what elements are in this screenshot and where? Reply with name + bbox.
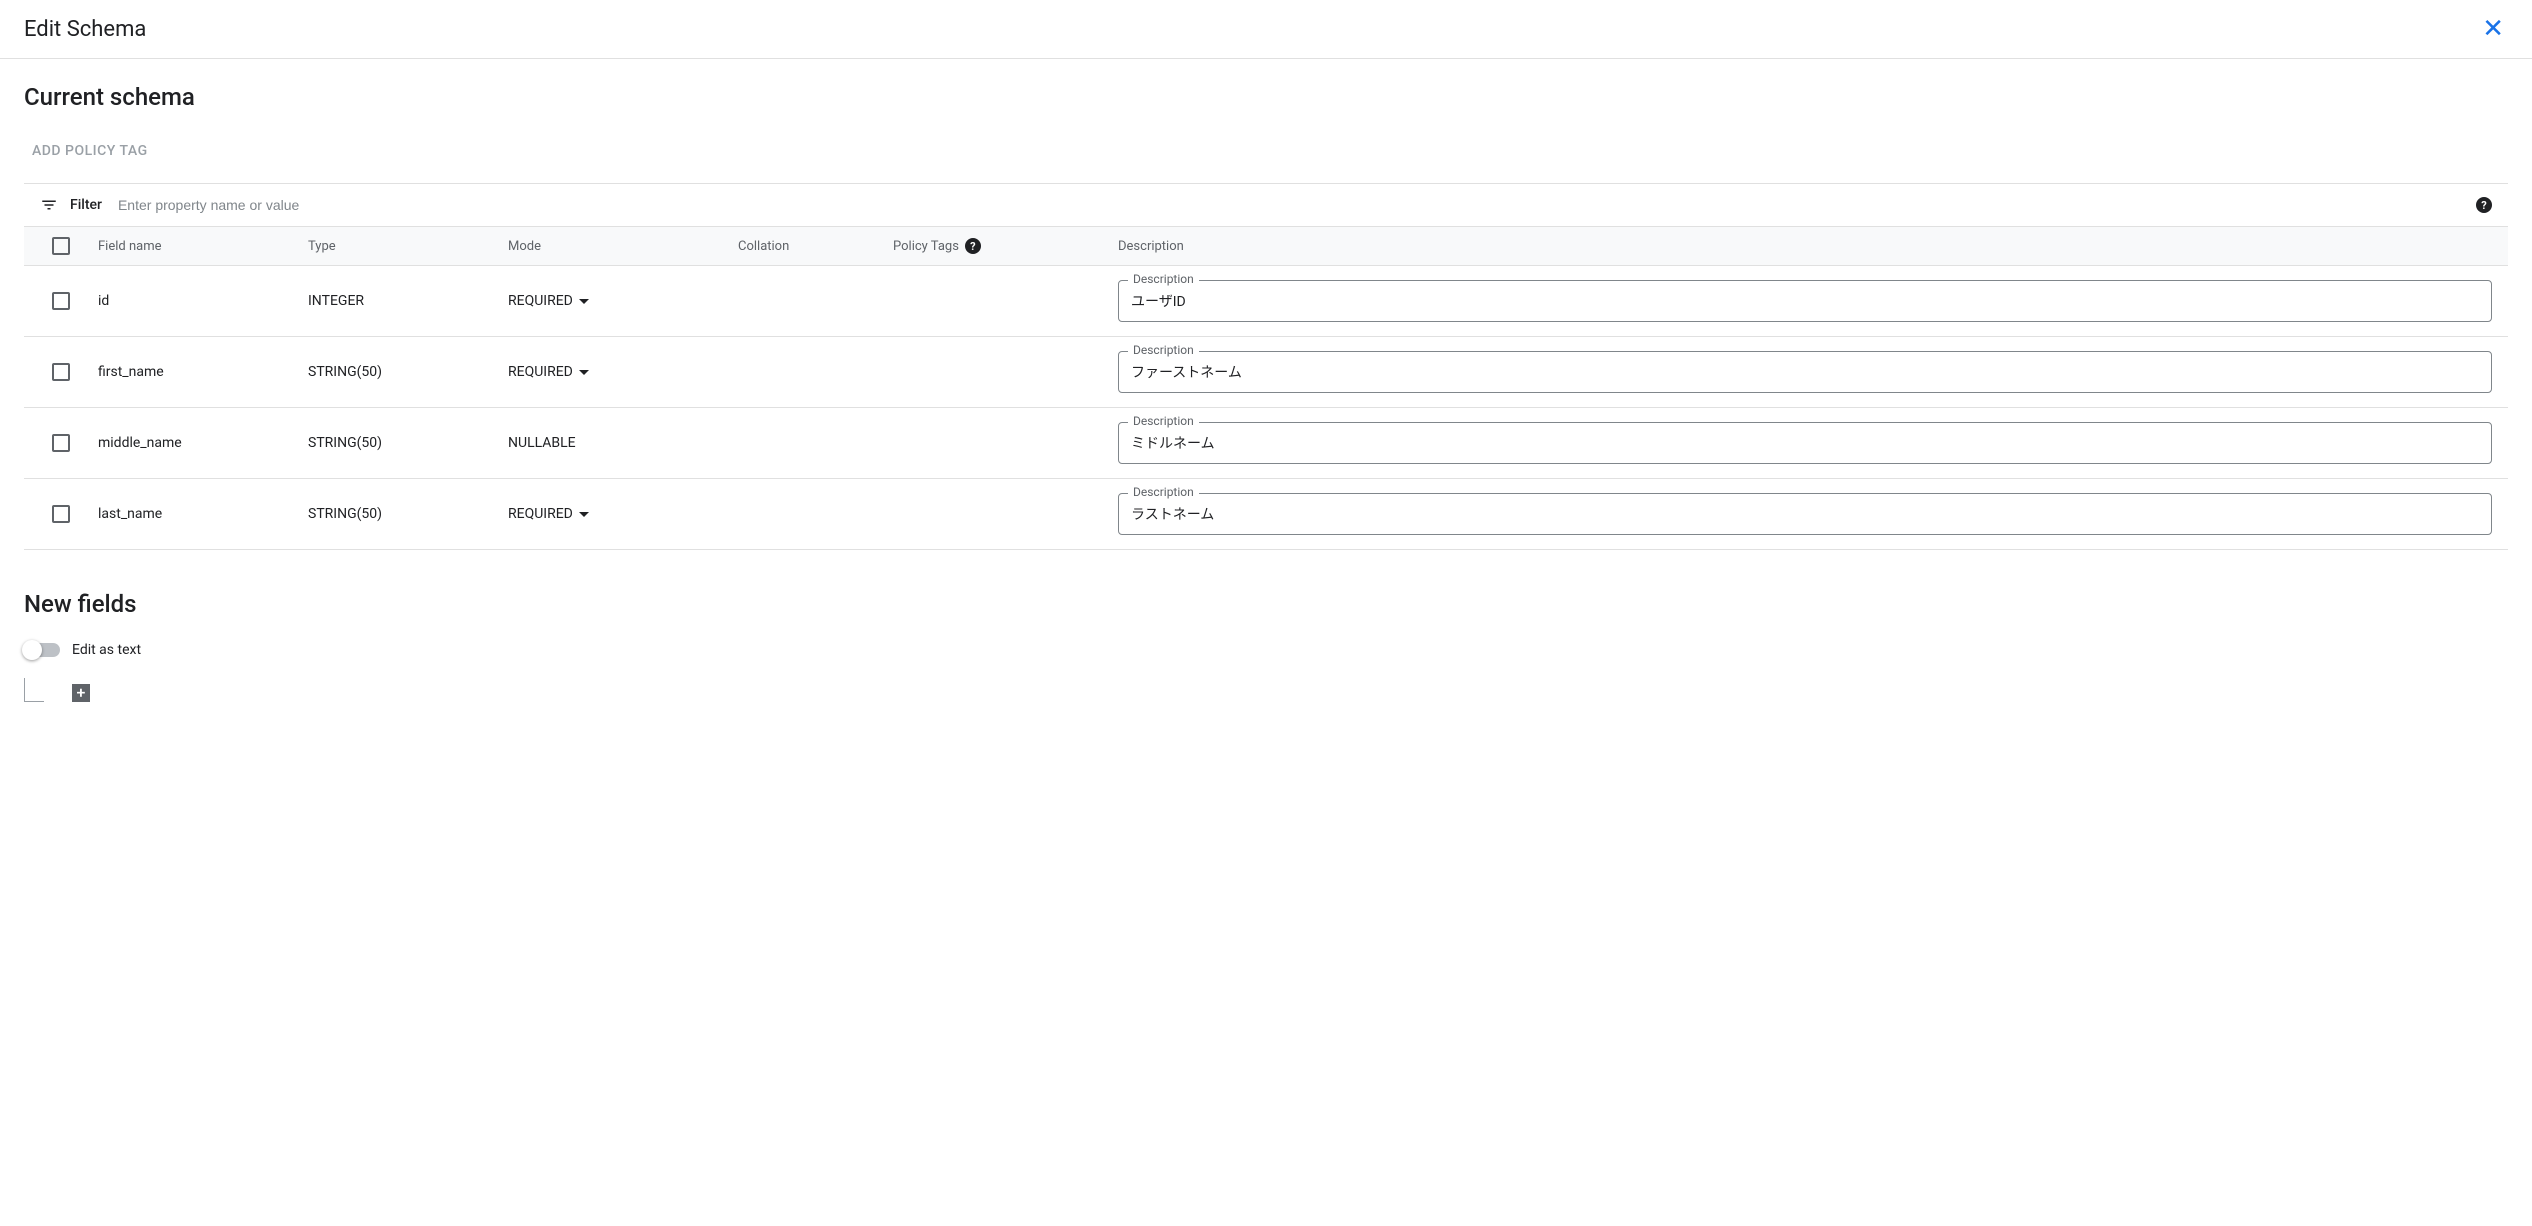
description-field-wrap: Description [1118, 351, 2492, 393]
mode-select[interactable]: REQUIRED [508, 506, 589, 522]
help-icon[interactable]: ? [965, 238, 981, 254]
row-checkbox[interactable] [52, 363, 70, 381]
table-row: id INTEGER REQUIRED Description [24, 266, 2508, 337]
row-checkbox[interactable] [52, 505, 70, 523]
header-collation: Collation [738, 239, 893, 254]
chevron-down-icon [579, 370, 589, 375]
mode-value: REQUIRED [508, 364, 573, 380]
field-type: STRING(50) [308, 506, 508, 522]
field-name: last_name [98, 506, 308, 522]
row-checkbox[interactable] [52, 434, 70, 452]
header-mode: Mode [508, 239, 738, 254]
filter-input[interactable] [118, 197, 2492, 213]
mode-select[interactable]: REQUIRED [508, 293, 589, 309]
dialog-title: Edit Schema [24, 17, 146, 42]
table-row: first_name STRING(50) REQUIRED Descripti… [24, 337, 2508, 408]
tree-bracket [24, 678, 44, 702]
filter-label: Filter [70, 197, 102, 213]
dialog-content: Current schema ADD POLICY TAG Filter ? F… [0, 59, 2532, 726]
add-field-row: + [24, 678, 2508, 702]
description-field-wrap: Description [1118, 493, 2492, 535]
description-input[interactable] [1118, 493, 2492, 535]
add-policy-tag-button[interactable]: ADD POLICY TAG [24, 135, 2508, 183]
description-field-wrap: Description [1118, 280, 2492, 322]
mode-value: NULLABLE [508, 435, 576, 451]
header-policy-tags: Policy Tags ? [893, 238, 1118, 254]
toggle-knob [22, 640, 42, 660]
field-name: id [98, 293, 308, 309]
description-input[interactable] [1118, 280, 2492, 322]
table-row: last_name STRING(50) REQUIRED Descriptio… [24, 479, 2508, 550]
mode-value: REQUIRED [508, 506, 573, 522]
header-type: Type [308, 239, 508, 254]
field-type: INTEGER [308, 293, 508, 309]
close-icon[interactable]: ✕ [2478, 12, 2508, 46]
field-type: STRING(50) [308, 364, 508, 380]
new-fields-section: New fields Edit as text + [24, 590, 2508, 702]
table-header: Field name Type Mode Collation Policy Ta… [24, 226, 2508, 266]
description-field-wrap: Description [1118, 422, 2492, 464]
header-description: Description [1118, 239, 2508, 254]
mode-value: REQUIRED [508, 293, 573, 309]
select-all-checkbox[interactable] [52, 237, 70, 255]
chevron-down-icon [579, 299, 589, 304]
description-input[interactable] [1118, 351, 2492, 393]
table-row: middle_name STRING(50) NULLABLE Descript… [24, 408, 2508, 479]
edit-as-text-row: Edit as text [24, 642, 2508, 658]
header-field-name: Field name [98, 239, 308, 254]
field-name: middle_name [98, 435, 308, 451]
field-name: first_name [98, 364, 308, 380]
row-checkbox[interactable] [52, 292, 70, 310]
new-fields-title: New fields [24, 590, 2508, 618]
header-policy-tags-label: Policy Tags [893, 239, 959, 254]
filter-icon [40, 196, 58, 214]
description-legend: Description [1128, 485, 1199, 499]
description-input[interactable] [1118, 422, 2492, 464]
filter-bar: Filter ? [24, 183, 2508, 226]
current-schema-title: Current schema [24, 83, 2508, 111]
mode-select[interactable]: REQUIRED [508, 364, 589, 380]
dialog-header: Edit Schema ✕ [0, 0, 2532, 59]
help-icon[interactable]: ? [2476, 197, 2492, 214]
description-legend: Description [1128, 343, 1199, 357]
add-field-button[interactable]: + [72, 684, 90, 702]
field-type: STRING(50) [308, 435, 508, 451]
chevron-down-icon [579, 512, 589, 517]
edit-as-text-toggle[interactable] [24, 643, 60, 657]
description-legend: Description [1128, 272, 1199, 286]
description-legend: Description [1128, 414, 1199, 428]
edit-as-text-label: Edit as text [72, 642, 141, 658]
